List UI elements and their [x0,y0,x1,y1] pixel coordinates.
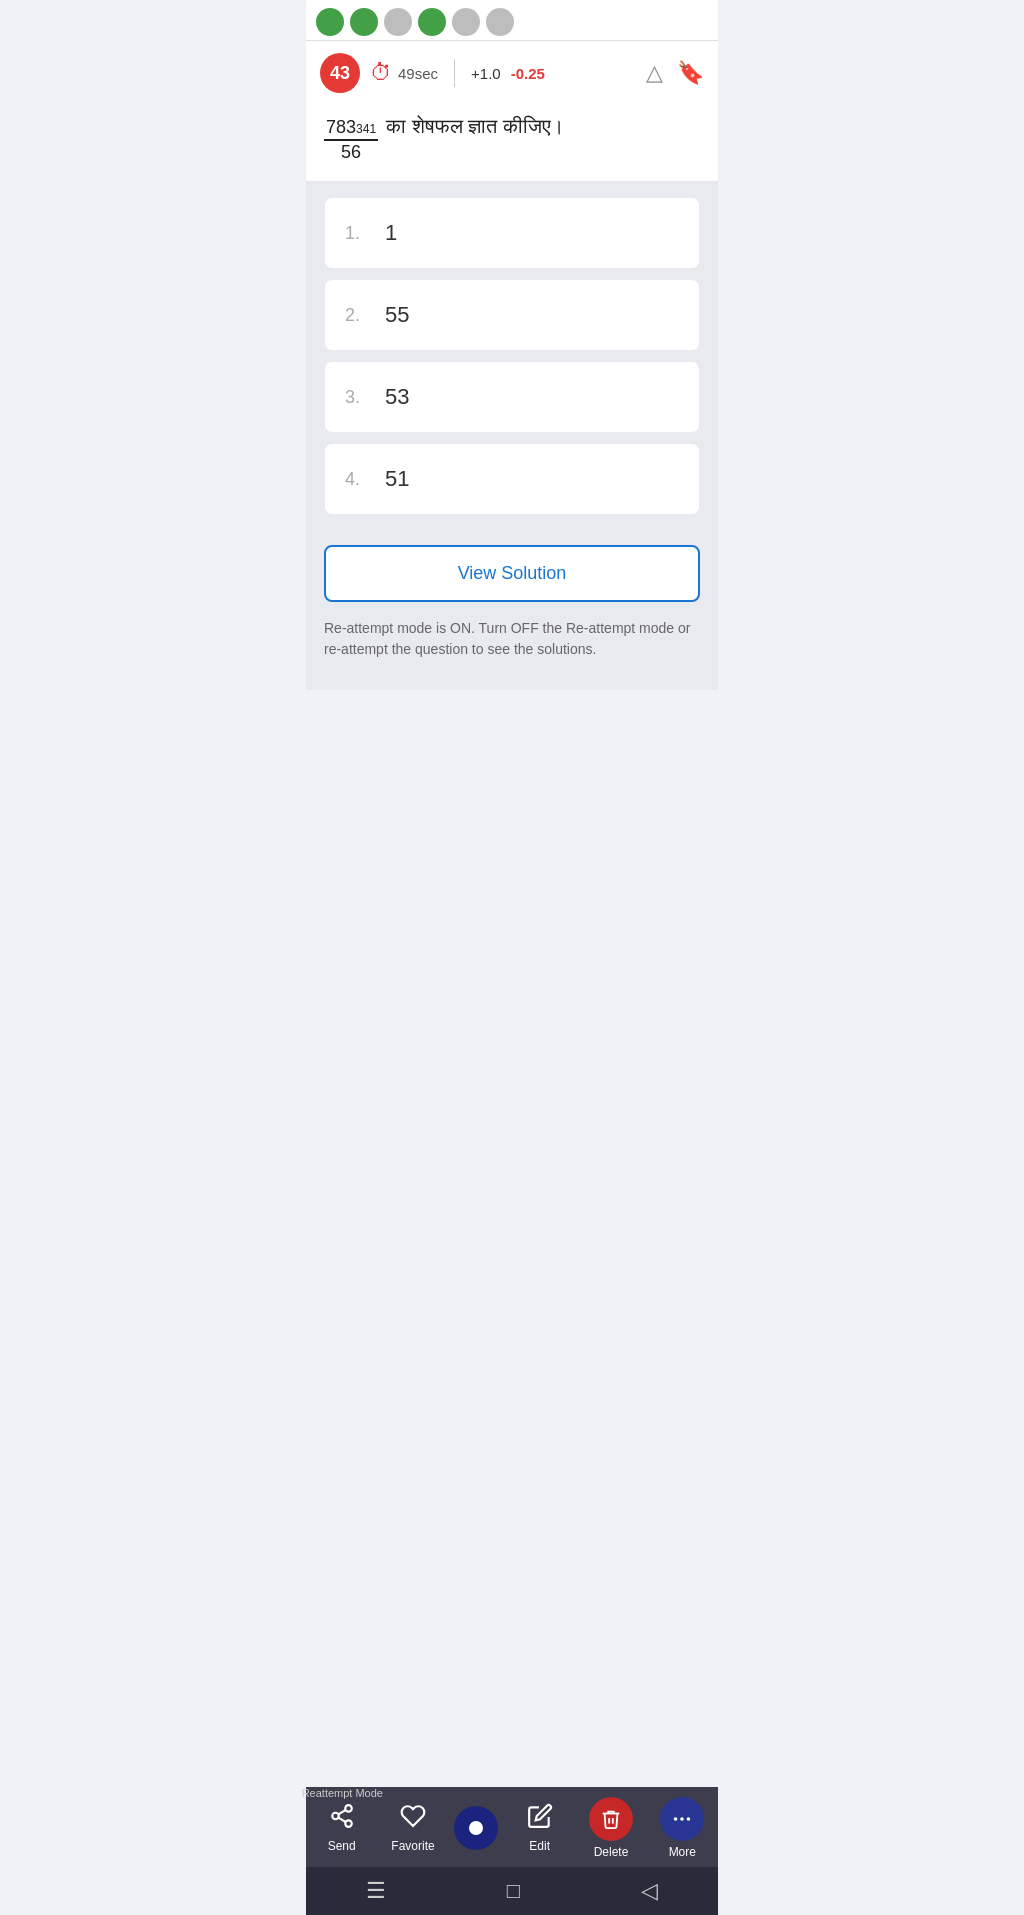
option-3-value: 53 [385,384,409,410]
question-hindi-text: का शेषफल ज्ञात कीजिए। [386,115,564,138]
reattempt-note-text: Re-attempt mode is ON. Turn OFF the Re-a… [324,620,690,657]
option-2-number: 2. [345,305,367,326]
option-3[interactable]: 3. 53 [324,361,700,433]
option-1-number: 1. [345,223,367,244]
option-2[interactable]: 2. 55 [324,279,700,351]
bookmark-icon[interactable]: 🔖 [677,60,704,86]
question-number-badge: 43 [320,53,360,93]
timer-area: ⏱ 49sec [370,60,438,86]
progress-circle-3 [384,8,412,36]
timer-icon: ⏱ [370,60,392,86]
option-1-value: 1 [385,220,397,246]
option-3-number: 3. [345,387,367,408]
question-math: 783341 56 का शेषफल ज्ञात कीजिए। [324,115,700,163]
option-4-number: 4. [345,469,367,490]
question-text-area: 783341 56 का शेषफल ज्ञात कीजिए। [306,103,718,187]
progress-strip [306,0,718,41]
option-2-value: 55 [385,302,409,328]
score-negative: -0.25 [511,65,545,82]
reattempt-note: Re-attempt mode is ON. Turn OFF the Re-a… [306,602,718,690]
options-area: 1. 1 2. 55 3. 53 4. 51 [306,187,718,535]
timer-value: 49sec [398,65,438,82]
option-1[interactable]: 1. 1 [324,197,700,269]
view-solution-area: View Solution [306,535,718,602]
fraction: 783341 56 [324,117,378,163]
progress-circle-1 [316,8,344,36]
progress-circle-5 [452,8,480,36]
header-divider [454,59,455,87]
score-positive: +1.0 [471,65,501,82]
option-4[interactable]: 4. 51 [324,443,700,515]
progress-circle-2 [350,8,378,36]
header-icons: △ 🔖 [646,60,704,86]
fraction-numerator: 783341 [324,117,378,141]
fraction-denominator: 56 [339,141,363,163]
view-solution-button[interactable]: View Solution [324,545,700,602]
alert-icon[interactable]: △ [646,60,663,86]
question-header: 43 ⏱ 49sec +1.0 -0.25 △ 🔖 [306,41,718,103]
progress-circle-4 [418,8,446,36]
progress-circle-6 [486,8,514,36]
option-4-value: 51 [385,466,409,492]
